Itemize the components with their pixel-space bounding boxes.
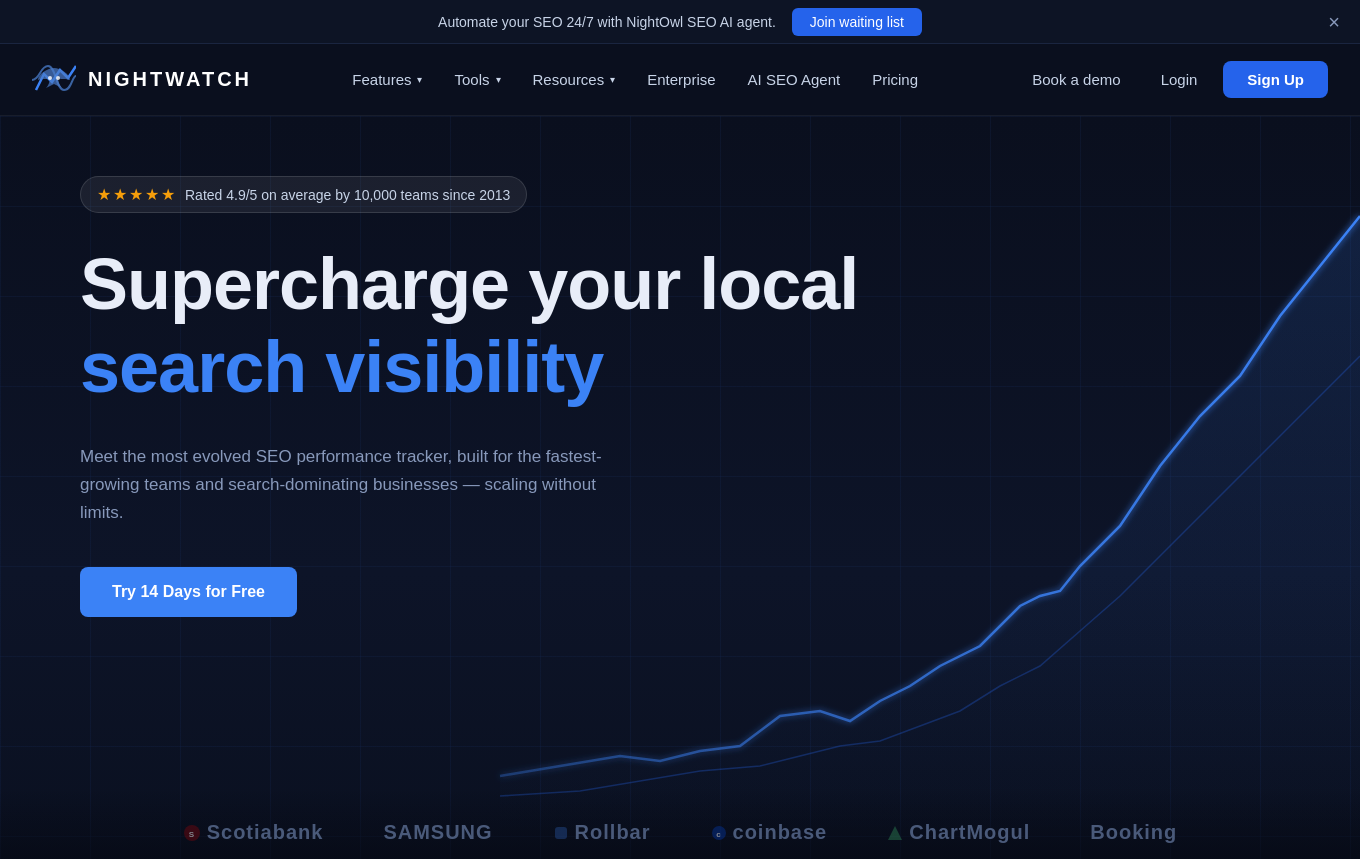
brand-chartmogul: ChartMogul xyxy=(887,821,1030,844)
svg-marker-7 xyxy=(888,826,902,840)
hero-headline-line2: search visibility xyxy=(80,324,1280,410)
star-3: ★ xyxy=(129,185,143,204)
hero-section: ★ ★ ★ ★ ★ Rated 4.9/5 on average by 10,0… xyxy=(0,116,1360,859)
brand-scotiabank: S Scotiabank xyxy=(183,821,324,844)
chevron-down-icon: ▾ xyxy=(417,74,422,85)
star-4: ★ xyxy=(145,185,159,204)
join-waiting-list-button[interactable]: Join waiting list xyxy=(792,8,922,36)
logo-text: NIGHTWATCH xyxy=(88,68,252,91)
logo-icon xyxy=(32,62,76,98)
nav-links: Features ▾ Tools ▾ Resources ▾ Enterpris… xyxy=(338,63,932,96)
svg-point-0 xyxy=(48,76,52,80)
announcement-text: Automate your SEO 24/7 with NightOwl SEO… xyxy=(438,14,776,30)
book-demo-button[interactable]: Book a demo xyxy=(1018,63,1134,96)
nav-actions: Book a demo Login Sign Up xyxy=(1018,61,1328,98)
hero-description: Meet the most evolved SEO performance tr… xyxy=(80,443,640,527)
signup-button[interactable]: Sign Up xyxy=(1223,61,1328,98)
star-1: ★ xyxy=(97,185,111,204)
stars: ★ ★ ★ ★ ★ xyxy=(97,185,175,204)
svg-point-1 xyxy=(56,76,60,80)
nav-item-resources[interactable]: Resources ▾ xyxy=(519,63,630,96)
brand-booking: Booking xyxy=(1090,821,1177,844)
close-announcement-button[interactable]: × xyxy=(1328,12,1340,32)
announcement-bar: Automate your SEO 24/7 with NightOwl SEO… xyxy=(0,0,1360,44)
star-5: ★ xyxy=(161,185,175,204)
hero-headline-line1: Supercharge your local xyxy=(80,245,1280,324)
svg-rect-4 xyxy=(555,827,567,839)
chevron-down-icon: ▾ xyxy=(610,74,615,85)
brand-rollbar: Rollbar xyxy=(553,821,651,844)
nav-item-ai-seo-agent[interactable]: AI SEO Agent xyxy=(734,63,855,96)
hero-content: ★ ★ ★ ★ ★ Rated 4.9/5 on average by 10,0… xyxy=(0,176,1360,617)
nav-item-tools[interactable]: Tools ▾ xyxy=(440,63,514,96)
nav-item-pricing[interactable]: Pricing xyxy=(858,63,932,96)
svg-text:c: c xyxy=(716,830,721,839)
rating-text: Rated 4.9/5 on average by 10,000 teams s… xyxy=(185,187,510,203)
login-button[interactable]: Login xyxy=(1147,63,1212,96)
nav-item-features[interactable]: Features ▾ xyxy=(338,63,436,96)
brand-samsung: SAMSUNG xyxy=(383,821,492,844)
logo[interactable]: NIGHTWATCH xyxy=(32,62,252,98)
star-2: ★ xyxy=(113,185,127,204)
brand-coinbase: c coinbase xyxy=(711,821,828,844)
svg-text:S: S xyxy=(189,830,195,839)
rating-badge: ★ ★ ★ ★ ★ Rated 4.9/5 on average by 10,0… xyxy=(80,176,527,213)
try-free-button[interactable]: Try 14 Days for Free xyxy=(80,567,297,617)
chevron-down-icon: ▾ xyxy=(496,74,501,85)
nav-item-enterprise[interactable]: Enterprise xyxy=(633,63,729,96)
navbar: NIGHTWATCH Features ▾ Tools ▾ Resources … xyxy=(0,44,1360,116)
brand-logos: S Scotiabank SAMSUNG Rollbar c coinbase … xyxy=(0,789,1360,859)
